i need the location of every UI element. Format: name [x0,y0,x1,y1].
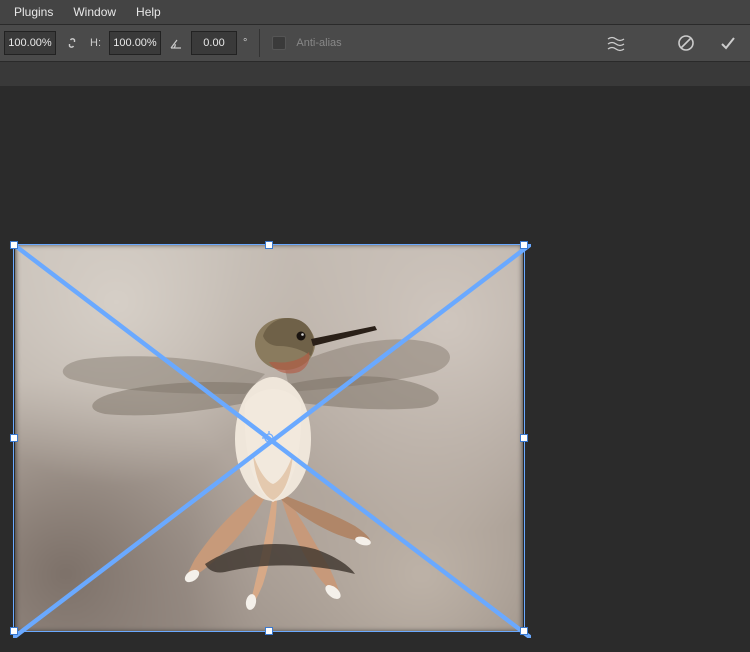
anti-alias-label: Anti-alias [296,37,341,49]
menu-help[interactable]: Help [126,5,171,19]
toolbar-divider [259,29,260,57]
secondary-bar [0,62,750,89]
height-label: H: [90,37,101,49]
cancel-icon[interactable] [674,31,698,55]
degree-symbol: ° [243,37,247,49]
canvas-area[interactable] [0,86,750,652]
angle-input[interactable] [191,31,237,55]
canvas-image[interactable] [15,244,523,632]
height-input[interactable] [109,31,161,55]
commit-icon[interactable] [716,31,740,55]
width-input[interactable] [4,31,56,55]
anti-alias-checkbox[interactable] [272,36,286,50]
warp-icon[interactable] [604,31,628,55]
transform-toolbar: H: ° Anti-alias [0,25,750,62]
angle-icon [167,34,185,52]
menu-bar: Plugins Window Help [0,0,750,25]
link-icon[interactable] [62,33,82,53]
menu-plugins[interactable]: Plugins [4,5,63,19]
menu-window[interactable]: Window [63,5,126,19]
hummingbird [15,244,523,632]
